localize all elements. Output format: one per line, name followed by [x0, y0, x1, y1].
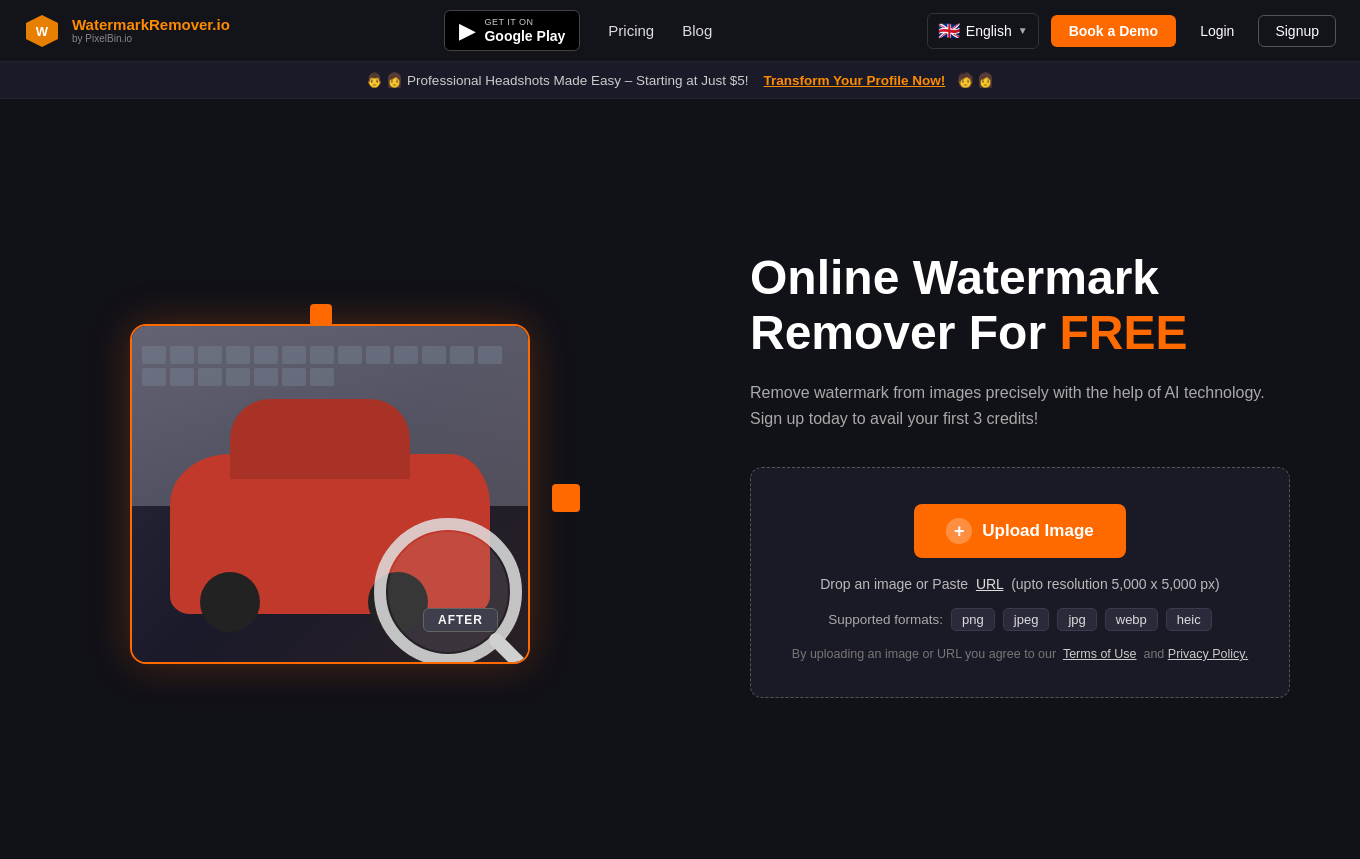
main-content: AFTER Online Watermark Remover For FREE … — [30, 99, 1330, 829]
building-windows — [132, 336, 528, 396]
google-play-label: Google Play — [484, 28, 565, 45]
navbar: W WatermarkRemover.io by PixelBin.io ▶ G… — [0, 0, 1360, 62]
lang-name: English — [966, 23, 1012, 39]
book-demo-button[interactable]: Book a Demo — [1051, 15, 1176, 47]
signup-button[interactable]: Signup — [1258, 15, 1336, 47]
hero-description: Remove watermark from images precisely w… — [750, 380, 1290, 431]
upload-box: + Upload Image Drop an image or Paste UR… — [750, 467, 1290, 698]
terms-of-use-link[interactable]: Terms of Use — [1063, 647, 1137, 661]
google-play-icon: ▶ — [459, 18, 476, 44]
announcement-text: 👨 👩 Professional Headshots Made Easy – S… — [366, 73, 749, 88]
language-selector[interactable]: 🇬🇧 English ▼ — [927, 13, 1039, 49]
svg-line-4 — [496, 640, 530, 664]
format-png: png — [951, 608, 995, 631]
formats-label: Supported formats: — [828, 612, 943, 627]
google-play-button[interactable]: ▶ GET IT ON Google Play — [444, 10, 580, 52]
upload-image-button[interactable]: + Upload Image — [914, 504, 1125, 558]
nav-left: W WatermarkRemover.io by PixelBin.io — [24, 13, 230, 49]
format-jpg: jpg — [1057, 608, 1096, 631]
url-link[interactable]: URL — [976, 576, 1004, 592]
blog-link[interactable]: Blog — [682, 22, 712, 39]
hero-card: AFTER — [130, 324, 530, 664]
chevron-down-icon: ▼ — [1018, 25, 1028, 36]
drop-text: Drop an image or Paste URL (upto resolut… — [779, 576, 1261, 592]
format-heic: heic — [1166, 608, 1212, 631]
hero-title-free: FREE — [1059, 306, 1187, 359]
privacy-policy-link[interactable]: Privacy Policy. — [1168, 647, 1248, 661]
svg-text:W: W — [36, 24, 49, 39]
deco-square-1 — [310, 304, 332, 326]
logo-title: WatermarkRemover.io — [72, 17, 230, 34]
pricing-link[interactable]: Pricing — [608, 22, 654, 39]
svg-point-3 — [388, 532, 508, 652]
magnifier-icon — [368, 512, 530, 664]
nav-center: ▶ GET IT ON Google Play Pricing Blog — [444, 10, 712, 52]
logo-icon: W — [24, 13, 60, 49]
hero-right: Online Watermark Remover For FREE Remove… — [690, 250, 1290, 699]
deco-square-3 — [552, 484, 580, 512]
login-button[interactable]: Login — [1188, 15, 1246, 47]
hero-title-line2: Remover For — [750, 306, 1059, 359]
format-jpeg: jpeg — [1003, 608, 1050, 631]
formats-row: Supported formats: png jpeg jpg webp hei… — [779, 608, 1261, 631]
announcement-bar: 👨 👩 Professional Headshots Made Easy – S… — [0, 62, 1360, 99]
nav-right: 🇬🇧 English ▼ Book a Demo Login Signup — [927, 13, 1336, 49]
format-webp: webp — [1105, 608, 1158, 631]
announcement-cta[interactable]: Transform Your Profile Now! — [764, 73, 946, 88]
hero-image-wrapper: AFTER — [70, 284, 590, 664]
logo-subtitle: by PixelBin.io — [72, 33, 230, 44]
terms-text: By uploading an image or URL you agree t… — [779, 647, 1261, 661]
flag-icon: 🇬🇧 — [938, 20, 960, 42]
hero-title-line1: Online Watermark — [750, 251, 1159, 304]
get-it-on-label: GET IT ON — [484, 17, 565, 28]
hero-title: Online Watermark Remover For FREE — [750, 250, 1290, 360]
upload-button-label: Upload Image — [982, 521, 1093, 541]
logo-text: WatermarkRemover.io by PixelBin.io — [72, 17, 230, 45]
upload-plus-icon: + — [946, 518, 972, 544]
announcement-emoji-end: 🧑 👩 — [957, 73, 995, 88]
